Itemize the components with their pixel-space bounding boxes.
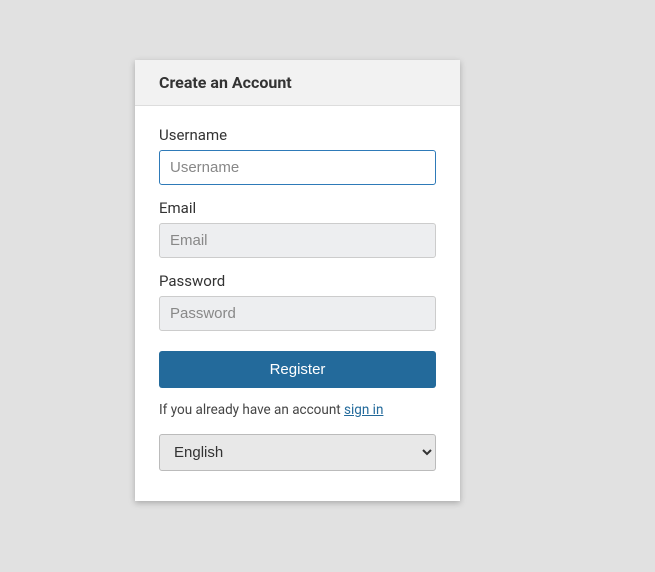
username-input[interactable] — [159, 150, 436, 185]
register-button[interactable]: Register — [159, 351, 436, 388]
username-label: Username — [159, 126, 436, 144]
panel-body: Username Email Password Register If you … — [135, 106, 460, 501]
username-group: Username — [159, 126, 436, 185]
signin-prefix: If you already have an account — [159, 402, 344, 418]
email-group: Email — [159, 199, 436, 258]
panel-title: Create an Account — [135, 60, 460, 106]
password-group: Password — [159, 272, 436, 331]
signin-prompt: If you already have an account sign in — [159, 402, 436, 418]
signin-link[interactable]: sign in — [344, 402, 383, 418]
password-input[interactable] — [159, 296, 436, 331]
language-select[interactable]: English — [159, 434, 436, 471]
email-input[interactable] — [159, 223, 436, 258]
email-label: Email — [159, 199, 436, 217]
password-label: Password — [159, 272, 436, 290]
register-panel: Create an Account Username Email Passwor… — [135, 60, 460, 501]
